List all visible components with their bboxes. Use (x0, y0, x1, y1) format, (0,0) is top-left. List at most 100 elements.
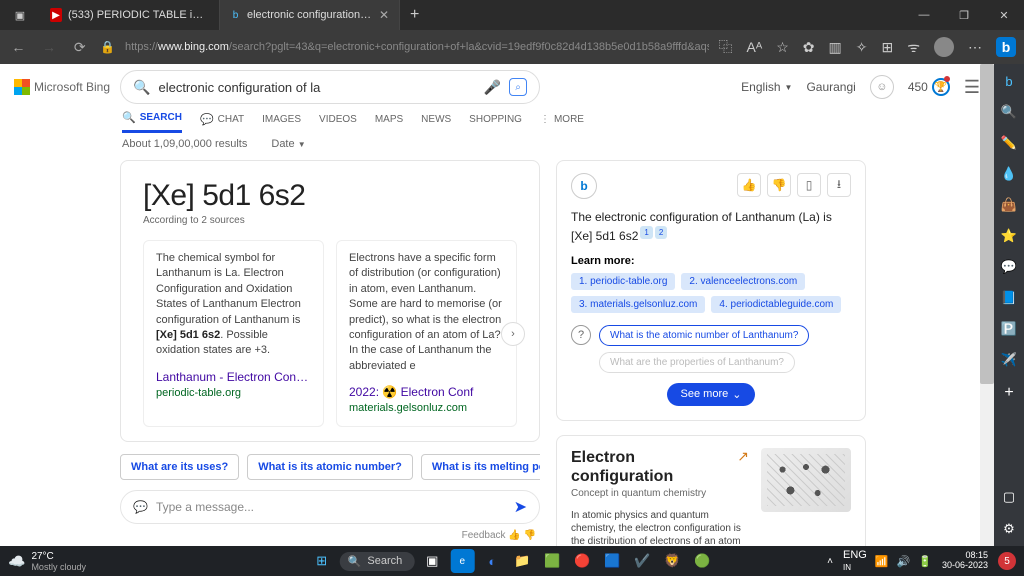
drop-icon[interactable]: 💧 (1000, 165, 1018, 183)
close-window-button[interactable]: ✕ (984, 0, 1024, 30)
lock-icon[interactable]: 🔒 (100, 40, 115, 54)
app-icon[interactable]: ◐ (480, 549, 504, 573)
read-aloud-icon[interactable]: Aᴬ (747, 39, 763, 55)
settings-icon[interactable]: ⚙ (1000, 520, 1018, 538)
learn-link[interactable]: 3. materials.gelsonluz.com (571, 296, 705, 313)
tools-icon[interactable]: ✏️ (1000, 134, 1018, 152)
tab-overview-icon[interactable]: ▣ (0, 0, 40, 30)
new-tab-button[interactable]: + (400, 6, 429, 24)
chevron-up-icon[interactable]: ˄ (827, 556, 833, 567)
collections-icon[interactable]: ⊞ (881, 39, 893, 56)
battery-icon[interactable]: 🔋 (918, 555, 932, 568)
tab-chat[interactable]: 💬CHAT (200, 113, 244, 132)
see-more-button[interactable]: See more⌄ (667, 383, 756, 406)
brave-icon[interactable]: 🦁 (660, 549, 684, 573)
volume-icon[interactable]: 🔊 (897, 555, 911, 568)
related-chip[interactable]: What is its melting point? (421, 454, 540, 480)
vertical-scrollbar[interactable] (980, 64, 994, 546)
maximize-button[interactable]: ❐ (944, 0, 984, 30)
hide-sidebar-icon[interactable]: ▢ (1000, 488, 1018, 506)
favorites-icon[interactable]: ✧ (856, 39, 868, 56)
search-box[interactable]: 🔍 🎤 ⌕ (120, 70, 540, 104)
weather-widget[interactable]: ☁️ 27°C Mostly cloudy (8, 551, 86, 572)
excel-icon[interactable]: 🟩 (540, 549, 564, 573)
browser-tab-1[interactable]: ▶ (533) PERIODIC TABLE in 1 Shot (40, 0, 220, 30)
rewards-counter[interactable]: 450 🏆 (908, 78, 950, 96)
check-icon[interactable]: ✔️ (630, 549, 654, 573)
export-button[interactable]: ⭳ (827, 173, 851, 197)
tab-images[interactable]: IMAGES (262, 114, 301, 131)
reload-button[interactable]: ⟳ (69, 39, 90, 56)
extension-icon[interactable]: ✿ (803, 39, 815, 56)
date-filter[interactable]: Date ▼ (271, 138, 305, 150)
copy-button[interactable]: ▯ (797, 173, 821, 197)
tab-search[interactable]: 🔍SEARCH (122, 111, 182, 133)
word-icon[interactable]: 🟦 (600, 549, 624, 573)
edge-icon[interactable]: e (450, 549, 474, 573)
shopping-icon[interactable]: 👜 (1000, 196, 1018, 214)
spotify-icon[interactable]: 🟢 (690, 549, 714, 573)
user-name[interactable]: Gaurangi (806, 80, 855, 94)
hamburger-menu-icon[interactable]: ☰ (964, 77, 980, 98)
user-avatar[interactable]: ☺ (870, 75, 894, 99)
bing-logo[interactable]: Microsoft Bing (14, 79, 110, 95)
next-arrow-button[interactable]: › (501, 322, 525, 346)
visual-search-icon[interactable]: ⌕ (509, 78, 527, 96)
thumbs-down-button[interactable]: 👎 (767, 173, 791, 197)
tab-shopping[interactable]: SHOPPING (469, 114, 522, 131)
browser-tab-2[interactable]: b electronic configuration of la - Se ✕ (220, 0, 400, 30)
address-bar[interactable]: https://www.bing.com/search?pglt=43&q=el… (125, 41, 709, 53)
skype-icon[interactable]: 💬 (1000, 258, 1018, 276)
favorite-icon[interactable]: ☆ (776, 39, 789, 56)
thumbs-up-icon[interactable]: 👍 (508, 530, 520, 541)
tab-maps[interactable]: MAPS (375, 114, 403, 131)
app-icon[interactable]: 🔴 (570, 549, 594, 573)
close-icon[interactable]: ✕ (379, 8, 389, 22)
more-icon[interactable]: ⋯ (968, 39, 982, 56)
thumbs-up-button[interactable]: 👍 (737, 173, 761, 197)
learn-link[interactable]: 4. periodictableguide.com (711, 296, 841, 313)
scrollbar-thumb[interactable] (980, 64, 994, 384)
minimize-button[interactable]: — (904, 0, 944, 30)
citation[interactable]: 1 (640, 226, 652, 239)
bing-sidebar-button[interactable]: b (996, 37, 1016, 57)
thumbs-down-icon[interactable]: 👎 (524, 530, 536, 541)
tab-news[interactable]: NEWS (421, 114, 451, 131)
plane-icon[interactable]: ✈️ (1000, 351, 1018, 369)
followup-chip[interactable]: What are the properties of Lanthanum? (599, 352, 795, 373)
feedback-link[interactable]: Feedback (462, 530, 506, 541)
clock[interactable]: 08:15 30-06-2023 (942, 551, 988, 571)
microphone-icon[interactable]: 🎤 (484, 79, 501, 96)
performance-icon[interactable]: ᯤ (907, 38, 920, 57)
source-snippet-1[interactable]: The chemical symbol for Lanthanum is La.… (143, 240, 324, 427)
file-explorer-icon[interactable]: 📁 (510, 549, 534, 573)
profile-avatar[interactable] (934, 37, 954, 57)
search-input[interactable] (158, 80, 475, 95)
followup-chip[interactable]: What is the atomic number of Lanthanum? (599, 325, 809, 346)
tab-actions-icon[interactable]: ⿻ (719, 37, 733, 57)
notification-icon[interactable]: 5 (998, 552, 1016, 570)
app-icon[interactable]: 🅿️ (1000, 320, 1018, 338)
citation[interactable]: 2 (655, 226, 667, 239)
language-indicator[interactable]: ENGIN (843, 549, 867, 573)
star-icon[interactable]: ⭐ (1000, 227, 1018, 245)
share-icon[interactable]: ↗ (737, 448, 749, 465)
related-chip[interactable]: What are its uses? (120, 454, 239, 480)
tab-videos[interactable]: VIDEOS (319, 114, 357, 131)
source-snippet-2[interactable]: Electrons have a specific form of distri… (336, 240, 517, 427)
language-selector[interactable]: English▼ (741, 80, 792, 94)
back-button[interactable]: ← (8, 39, 29, 55)
learn-link[interactable]: 2. valenceelectrons.com (681, 273, 805, 290)
learn-link[interactable]: 1. periodic-table.org (571, 273, 675, 290)
wifi-icon[interactable]: 📶 (875, 555, 889, 568)
taskbar-search[interactable]: 🔍 Search (340, 552, 415, 571)
split-screen-icon[interactable]: ▥ (829, 39, 842, 56)
send-icon[interactable]: ➤ (514, 497, 527, 517)
tab-more[interactable]: ⋮ MORE (540, 114, 584, 131)
related-chip[interactable]: What is its atomic number? (247, 454, 413, 480)
bing-icon[interactable]: b (1000, 72, 1018, 90)
search-icon[interactable]: 🔍 (1000, 103, 1018, 121)
task-view-icon[interactable]: ▣ (420, 549, 444, 573)
add-sidebar-button[interactable]: + (1004, 384, 1013, 402)
compose-box[interactable]: 💬 Type a message... ➤ (120, 490, 540, 524)
